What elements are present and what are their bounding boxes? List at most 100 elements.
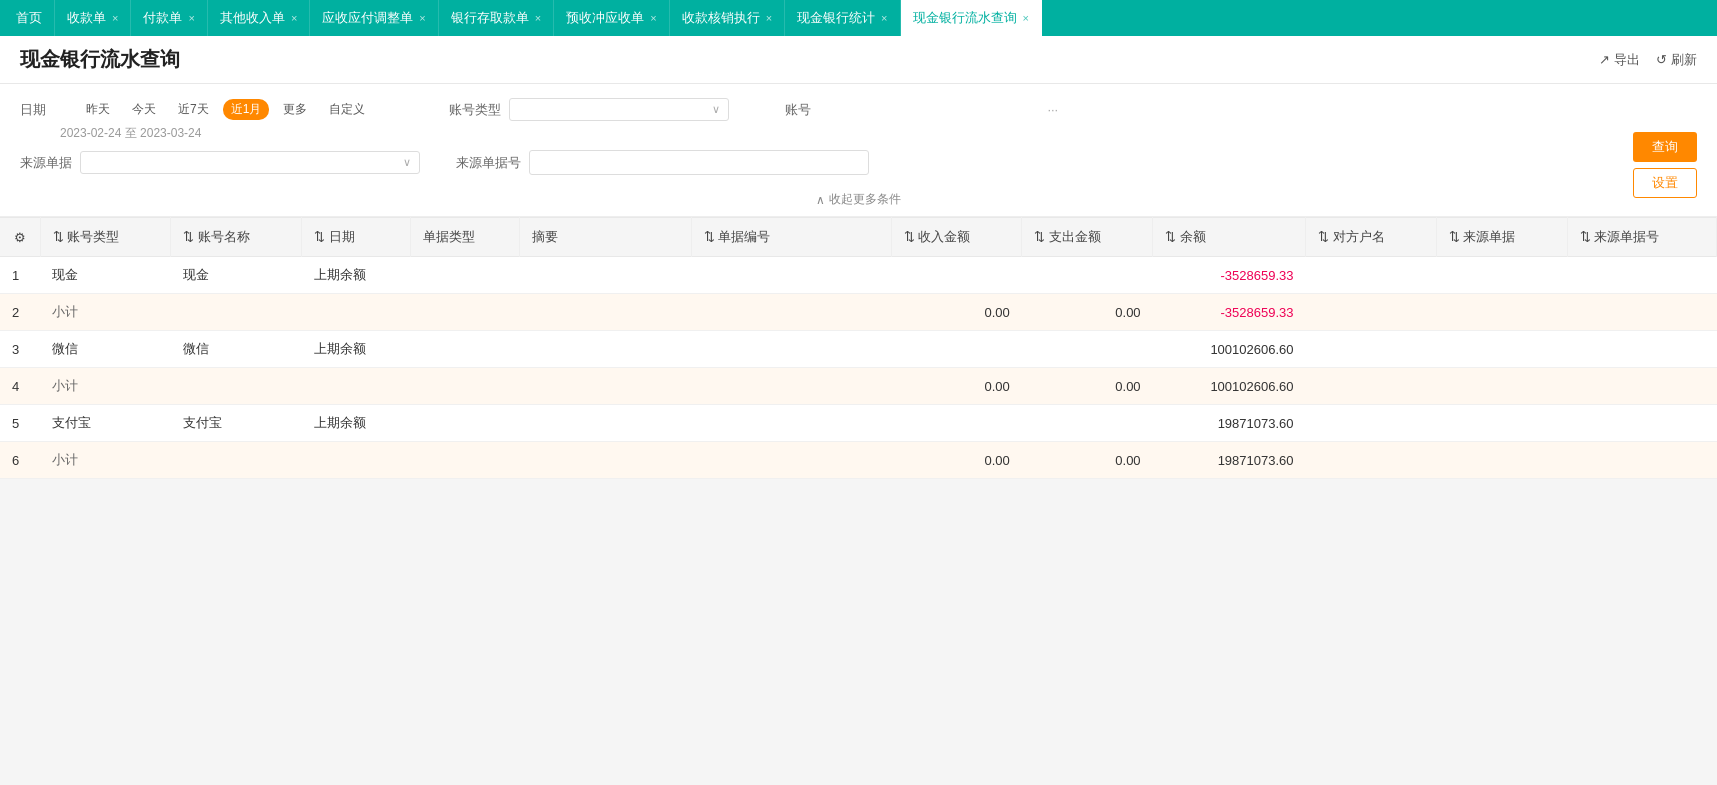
col-summary: 摘要 — [520, 218, 691, 257]
account-type-chevron: ∨ — [712, 103, 720, 116]
cell-source-doc-no — [1567, 257, 1716, 294]
cell-doc-no — [691, 331, 891, 368]
cell-doc-type — [410, 257, 520, 294]
settings-gear-icon: ⚙ — [14, 230, 26, 245]
export-button[interactable]: ↗ 导出 — [1599, 51, 1640, 69]
cell-expense — [1022, 257, 1153, 294]
filter-buttons: 查询 设置 — [1633, 132, 1697, 198]
col-counterpart[interactable]: ⇅ 对方户名 — [1306, 218, 1437, 257]
nav-cash-bank-stat-close[interactable]: × — [881, 12, 887, 24]
nav-receipt-verify-close[interactable]: × — [766, 12, 772, 24]
cell-source-doc-no — [1567, 442, 1716, 479]
cell-counterpart — [1306, 331, 1437, 368]
account-dots[interactable]: ··· — [1043, 102, 1062, 117]
cell-doc-no — [691, 368, 891, 405]
cell-source-doc — [1436, 368, 1567, 405]
nav-home[interactable]: 首页 — [4, 0, 55, 36]
nav-prepay-offset-label: 预收冲应收单 — [566, 9, 644, 27]
col-counterpart-label: ⇅ 对方户名 — [1318, 229, 1385, 244]
nav-receipt[interactable]: 收款单 × — [55, 0, 131, 36]
cell-no: 3 — [0, 331, 40, 368]
source-doc-select[interactable]: ∨ — [80, 151, 420, 174]
col-account-name[interactable]: ⇅ 账号名称 — [171, 218, 302, 257]
cell-income: 0.00 — [891, 368, 1022, 405]
cell-account-type: 微信 — [40, 331, 171, 368]
date-custom[interactable]: 自定义 — [321, 99, 373, 120]
refresh-label: 刷新 — [1671, 51, 1697, 69]
cell-counterpart — [1306, 368, 1437, 405]
cell-no: 2 — [0, 294, 40, 331]
cell-doc-no — [691, 294, 891, 331]
cell-source-doc — [1436, 405, 1567, 442]
nav-ar-ap-adjust-close[interactable]: × — [419, 12, 425, 24]
col-account-type[interactable]: ⇅ 账号类型 — [40, 218, 171, 257]
refresh-icon: ↺ — [1656, 52, 1667, 67]
col-doc-no[interactable]: ⇅ 单据编号 — [691, 218, 891, 257]
nav-other-income-close[interactable]: × — [291, 12, 297, 24]
filter-section: 日期 昨天 今天 近7天 近1月 更多 自定义 账号类型 ∨ 账号 ··· 查询… — [0, 84, 1717, 217]
col-date-label: ⇅ 日期 — [314, 229, 355, 244]
cell-expense — [1022, 331, 1153, 368]
collapse-label: 收起更多条件 — [829, 191, 901, 208]
cell-expense: 0.00 — [1022, 442, 1153, 479]
cell-income — [891, 405, 1022, 442]
cell-doc-no — [691, 257, 891, 294]
nav-bank-deposit[interactable]: 银行存取款单 × — [439, 0, 554, 36]
nav-ar-ap-adjust[interactable]: 应收应付调整单 × — [310, 0, 438, 36]
col-source-doc[interactable]: ⇅ 来源单据 — [1436, 218, 1567, 257]
cell-account-name — [171, 442, 302, 479]
account-type-select[interactable]: ∨ — [509, 98, 729, 121]
nav-prepay-offset-close[interactable]: × — [650, 12, 656, 24]
cell-no: 5 — [0, 405, 40, 442]
col-source-doc-no[interactable]: ⇅ 来源单据号 — [1567, 218, 1716, 257]
nav-prepay-offset[interactable]: 预收冲应收单 × — [554, 0, 669, 36]
col-settings[interactable]: ⚙ — [0, 218, 40, 257]
cell-summary — [520, 405, 691, 442]
date-today[interactable]: 今天 — [124, 99, 164, 120]
col-balance[interactable]: ⇅ 余额 — [1153, 218, 1306, 257]
nav-cash-flow-query[interactable]: 现金银行流水查询 × — [901, 0, 1042, 36]
cell-source-doc — [1436, 331, 1567, 368]
cell-summary — [520, 442, 691, 479]
nav-cash-bank-stat[interactable]: 现金银行统计 × — [785, 0, 900, 36]
nav-payment-close[interactable]: × — [188, 12, 194, 24]
col-expense[interactable]: ⇅ 支出金额 — [1022, 218, 1153, 257]
cell-account-type: 小计 — [40, 294, 171, 331]
table-row: 1现金现金上期余额-3528659.33 — [0, 257, 1717, 294]
col-date[interactable]: ⇅ 日期 — [302, 218, 410, 257]
collapse-button[interactable]: ∧ 收起更多条件 — [20, 187, 1697, 212]
col-income[interactable]: ⇅ 收入金额 — [891, 218, 1022, 257]
cell-balance: 19871073.60 — [1153, 442, 1306, 479]
cell-source-doc-no — [1567, 368, 1716, 405]
cell-counterpart — [1306, 405, 1437, 442]
filter-row-2: 来源单据 ∨ 来源单据号 — [20, 150, 1697, 175]
date-label: 日期 — [20, 101, 70, 119]
date-more[interactable]: 更多 — [275, 99, 315, 120]
cell-income — [891, 257, 1022, 294]
cell-source-doc-no — [1567, 331, 1716, 368]
nav-receipt-verify[interactable]: 收款核销执行 × — [670, 0, 785, 36]
date-yesterday[interactable]: 昨天 — [78, 99, 118, 120]
cell-account-name — [171, 294, 302, 331]
nav-other-income[interactable]: 其他收入单 × — [208, 0, 310, 36]
cell-summary — [520, 257, 691, 294]
date-7days[interactable]: 近7天 — [170, 99, 217, 120]
date-options: 昨天 今天 近7天 近1月 更多 自定义 — [78, 99, 373, 120]
date-1month[interactable]: 近1月 — [223, 99, 270, 120]
cell-summary — [520, 368, 691, 405]
cell-balance: -3528659.33 — [1153, 294, 1306, 331]
query-button[interactable]: 查询 — [1633, 132, 1697, 162]
nav-bank-deposit-close[interactable]: × — [535, 12, 541, 24]
table-container: ⚙ ⇅ 账号类型 ⇅ 账号名称 ⇅ 日期 单据类型 摘要 ⇅ 单 — [0, 217, 1717, 479]
nav-payment[interactable]: 付款单 × — [131, 0, 207, 36]
settings-button[interactable]: 设置 — [1633, 168, 1697, 198]
cell-source-doc-no — [1567, 294, 1716, 331]
nav-cash-flow-query-close[interactable]: × — [1023, 12, 1029, 24]
source-doc-no-input[interactable] — [529, 150, 869, 175]
source-doc-label: 来源单据 — [20, 154, 72, 172]
cell-doc-type — [410, 294, 520, 331]
nav-receipt-label: 收款单 — [67, 9, 106, 27]
nav-receipt-close[interactable]: × — [112, 12, 118, 24]
cell-doc-type — [410, 405, 520, 442]
refresh-button[interactable]: ↺ 刷新 — [1656, 51, 1697, 69]
